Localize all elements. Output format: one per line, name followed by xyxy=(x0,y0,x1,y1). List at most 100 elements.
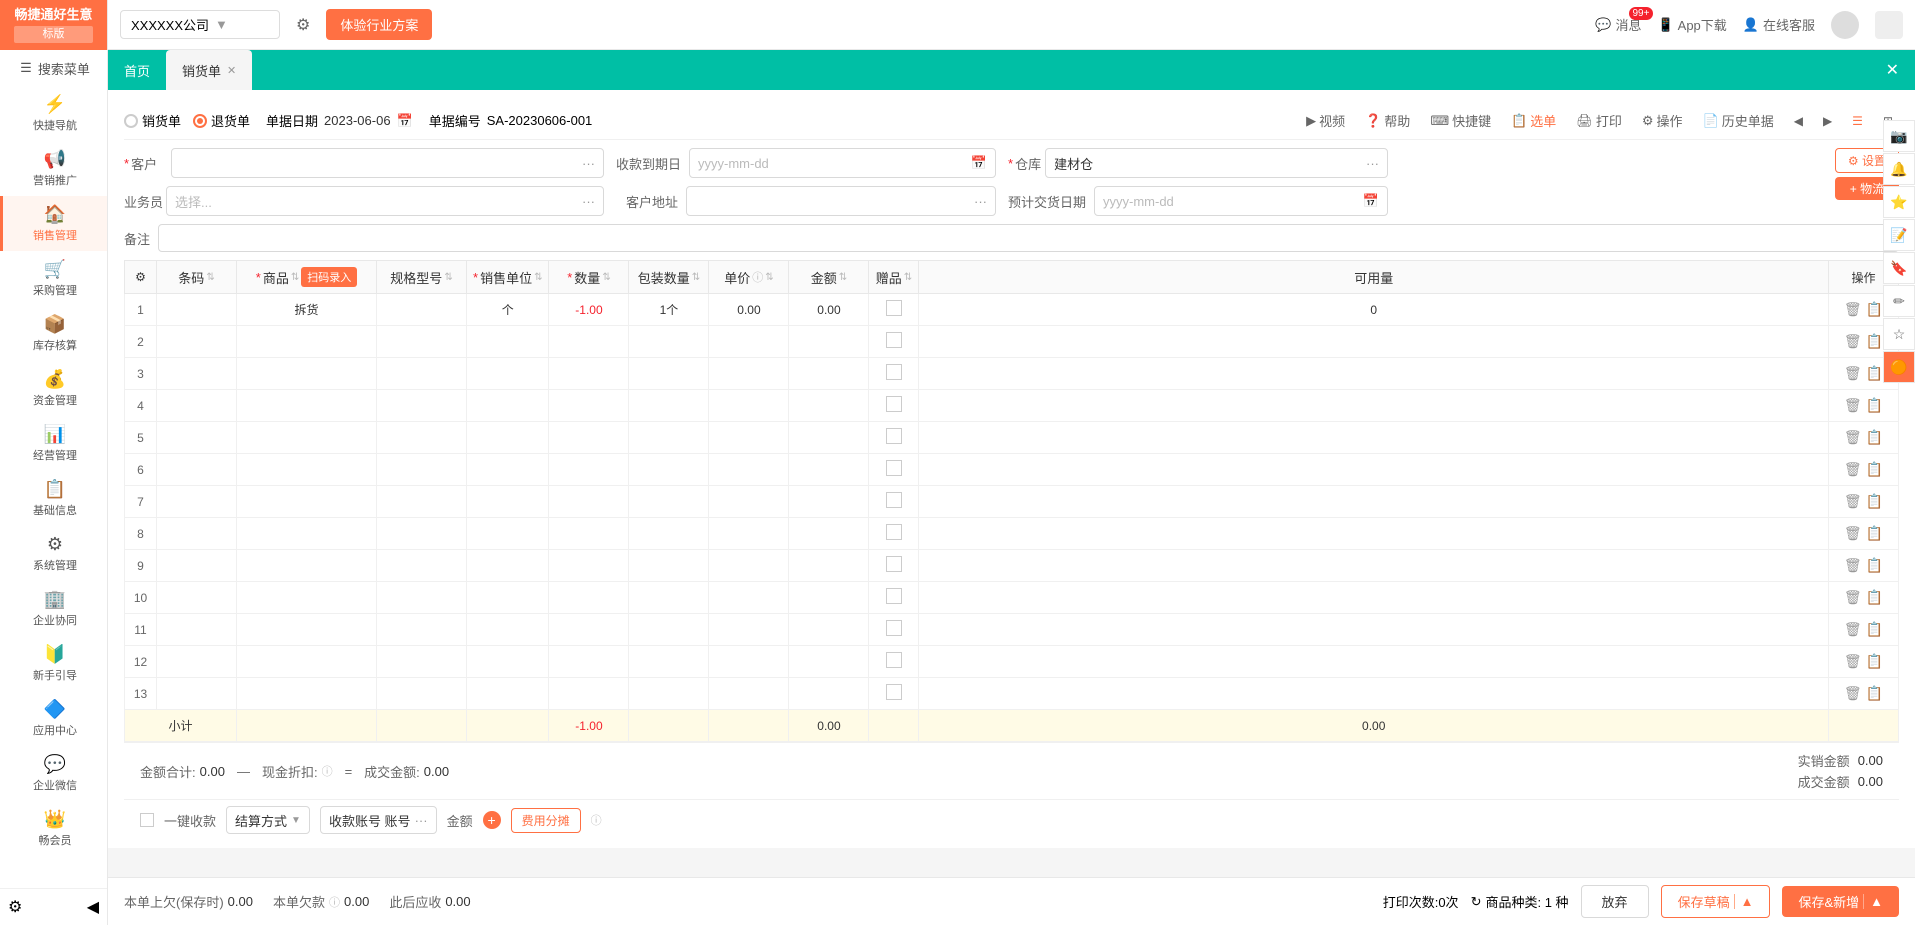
scan-button[interactable]: 扫码录入 xyxy=(301,267,357,287)
customer-addr-input[interactable]: ··· xyxy=(686,186,996,216)
salesperson-input[interactable]: 选择... ··· xyxy=(166,186,604,216)
message-button[interactable]: 💬 消息 99+ xyxy=(1595,15,1641,34)
add-payment-button[interactable]: + xyxy=(483,811,501,829)
product-1[interactable]: 拆货 xyxy=(237,294,377,326)
header-gear-button[interactable]: ⚙ xyxy=(288,11,318,39)
copy-icon[interactable]: 📋 xyxy=(1866,557,1883,574)
salesperson-dots[interactable]: ··· xyxy=(582,194,595,209)
account-dots[interactable]: ··· xyxy=(415,813,428,828)
delete-icon[interactable]: 🗑 xyxy=(1844,397,1862,414)
delete-icon[interactable]: 🗑 xyxy=(1844,621,1862,638)
settings-gear-icon[interactable]: ⚙ xyxy=(8,897,22,917)
expected-delivery-calendar-icon[interactable]: 📅 xyxy=(1363,193,1379,209)
expense-split-button[interactable]: 费用分摊 xyxy=(511,808,581,833)
operation-btn[interactable]: ⚙操作 xyxy=(1636,108,1689,133)
pkg-qty-1[interactable]: 1个 xyxy=(629,294,709,326)
customer-input[interactable]: ··· xyxy=(171,148,604,178)
copy-icon[interactable]: 📋 xyxy=(1866,621,1883,638)
sidebar-item-wechat[interactable]: 💬 企业微信 xyxy=(0,746,107,801)
sidebar-item-purchase[interactable]: 🛒 采购管理 xyxy=(0,251,107,306)
delete-icon[interactable]: 🗑 xyxy=(1844,493,1862,510)
delete-icon[interactable]: 🗑 xyxy=(1844,461,1862,478)
sidebar-item-apps[interactable]: 🔷 应用中心 xyxy=(0,691,107,746)
unit-1[interactable]: 个 xyxy=(467,294,549,326)
float-icon-star2[interactable]: ☆ xyxy=(1883,318,1915,350)
print-btn[interactable]: 🖨打印 xyxy=(1570,108,1628,133)
copy-icon[interactable]: 📋 xyxy=(1866,429,1883,446)
copy-icon[interactable]: 📋 xyxy=(1866,333,1883,350)
warehouse-dots[interactable]: ··· xyxy=(1366,156,1379,171)
spec-1[interactable] xyxy=(377,294,467,326)
close-window-icon[interactable]: ✕ xyxy=(1886,60,1899,80)
payment-due-input[interactable]: yyyy-mm-dd 📅 xyxy=(689,148,996,178)
trial-button[interactable]: 体验行业方案 xyxy=(326,9,432,40)
tab-sales-order[interactable]: 销货单 ✕ xyxy=(166,50,252,90)
sidebar-item-system[interactable]: ⚙ 系统管理 xyxy=(0,526,107,581)
sidebar-item-inventory[interactable]: 📦 库存核算 xyxy=(0,306,107,361)
delete-icon-1[interactable]: 🗑 xyxy=(1844,301,1862,318)
copy-icon[interactable]: 📋 xyxy=(1866,685,1883,702)
customer-dots[interactable]: ··· xyxy=(582,156,595,171)
user-dropdown[interactable] xyxy=(1875,11,1903,39)
notes-input[interactable] xyxy=(158,224,1899,252)
expected-delivery-input[interactable]: yyyy-mm-dd 📅 xyxy=(1094,186,1388,216)
warehouse-input[interactable]: 建材仓 ··· xyxy=(1045,148,1388,178)
app-download-button[interactable]: 📱 App下载 xyxy=(1657,15,1726,34)
th-settings[interactable]: ⚙ xyxy=(125,261,157,294)
account-selector[interactable]: 收款账号 账号 ··· xyxy=(320,806,437,834)
company-selector[interactable]: XXXXXX公司 ▼ xyxy=(120,10,280,39)
gift-1[interactable] xyxy=(869,294,919,326)
video-btn[interactable]: ▶视频 xyxy=(1300,108,1351,133)
sidebar-item-enterprise[interactable]: 🏢 企业协同 xyxy=(0,581,107,636)
sidebar-item-member[interactable]: 👑 畅会员 xyxy=(0,801,107,856)
user-avatar[interactable] xyxy=(1831,11,1859,39)
sidebar-item-marketing[interactable]: 📢 营销推广 xyxy=(0,141,107,196)
collapse-icon[interactable]: ◀ xyxy=(87,897,99,917)
sidebar-item-search[interactable]: ☰ 搜索菜单 xyxy=(0,50,107,86)
copy-icon-1[interactable]: 📋 xyxy=(1866,301,1883,318)
online-service-button[interactable]: 👤 在线客服 xyxy=(1743,15,1815,34)
delete-icon[interactable]: 🗑 xyxy=(1844,685,1862,702)
copy-icon[interactable]: 📋 xyxy=(1866,589,1883,606)
prev-icon[interactable]: ◀ xyxy=(1788,111,1809,131)
copy-icon[interactable]: 📋 xyxy=(1866,397,1883,414)
method-selector[interactable]: 结算方式 ▼ xyxy=(226,806,310,834)
shortcut-key-btn[interactable]: ⌨快捷键 xyxy=(1424,108,1497,133)
payment-calendar-icon[interactable]: 📅 xyxy=(971,155,987,171)
copy-icon[interactable]: 📋 xyxy=(1866,461,1883,478)
save-new-dropdown-icon[interactable]: ▲ xyxy=(1863,894,1883,909)
payment-checkbox[interactable] xyxy=(140,813,154,827)
barcode-1[interactable] xyxy=(157,294,237,326)
help-btn[interactable]: ❓帮助 xyxy=(1359,108,1416,133)
radio-return-order[interactable]: 退货单 xyxy=(193,111,250,130)
sidebar-item-basic[interactable]: 📋 基础信息 xyxy=(0,471,107,526)
calendar-icon[interactable]: 📅 xyxy=(397,113,413,129)
select-btn[interactable]: 📋选单 xyxy=(1505,108,1562,133)
float-icon-bell[interactable]: 🔔 xyxy=(1883,153,1915,185)
tab-home[interactable]: 首页 xyxy=(108,50,166,90)
next-icon[interactable]: ▶ xyxy=(1817,111,1838,131)
save-new-button[interactable]: 保存&新增 ▲ xyxy=(1782,886,1899,917)
delete-icon[interactable]: 🗑 xyxy=(1844,365,1862,382)
copy-icon[interactable]: 📋 xyxy=(1866,653,1883,670)
delete-icon[interactable]: 🗑 xyxy=(1844,429,1862,446)
copy-icon[interactable]: 📋 xyxy=(1866,525,1883,542)
list-view-icon[interactable]: ☰ xyxy=(1846,111,1869,131)
sidebar-item-operations[interactable]: 📊 经营管理 xyxy=(0,416,107,471)
float-icon-orange[interactable]: 🟠 xyxy=(1883,351,1915,383)
save-draft-button[interactable]: 保存草稿 ▲ xyxy=(1661,885,1771,918)
float-icon-bookmark[interactable]: 🔖 xyxy=(1883,252,1915,284)
float-icon-camera[interactable]: 📷 xyxy=(1883,120,1915,152)
delete-icon[interactable]: 🗑 xyxy=(1844,333,1862,350)
delete-icon[interactable]: 🗑 xyxy=(1844,525,1862,542)
save-draft-dropdown-icon[interactable]: ▲ xyxy=(1734,894,1754,909)
delete-icon[interactable]: 🗑 xyxy=(1844,653,1862,670)
sidebar-item-finance[interactable]: 💰 资金管理 xyxy=(0,361,107,416)
float-icon-note[interactable]: 📝 xyxy=(1883,219,1915,251)
sidebar-item-shortcut[interactable]: ⚡ 快捷导航 xyxy=(0,86,107,141)
tab-close-icon[interactable]: ✕ xyxy=(227,64,236,77)
refresh-icon[interactable]: ↻ xyxy=(1471,894,1482,910)
delete-icon[interactable]: 🗑 xyxy=(1844,557,1862,574)
sidebar-item-guide[interactable]: 🔰 新手引导 xyxy=(0,636,107,691)
unit-price-1[interactable]: 0.00 xyxy=(709,294,789,326)
